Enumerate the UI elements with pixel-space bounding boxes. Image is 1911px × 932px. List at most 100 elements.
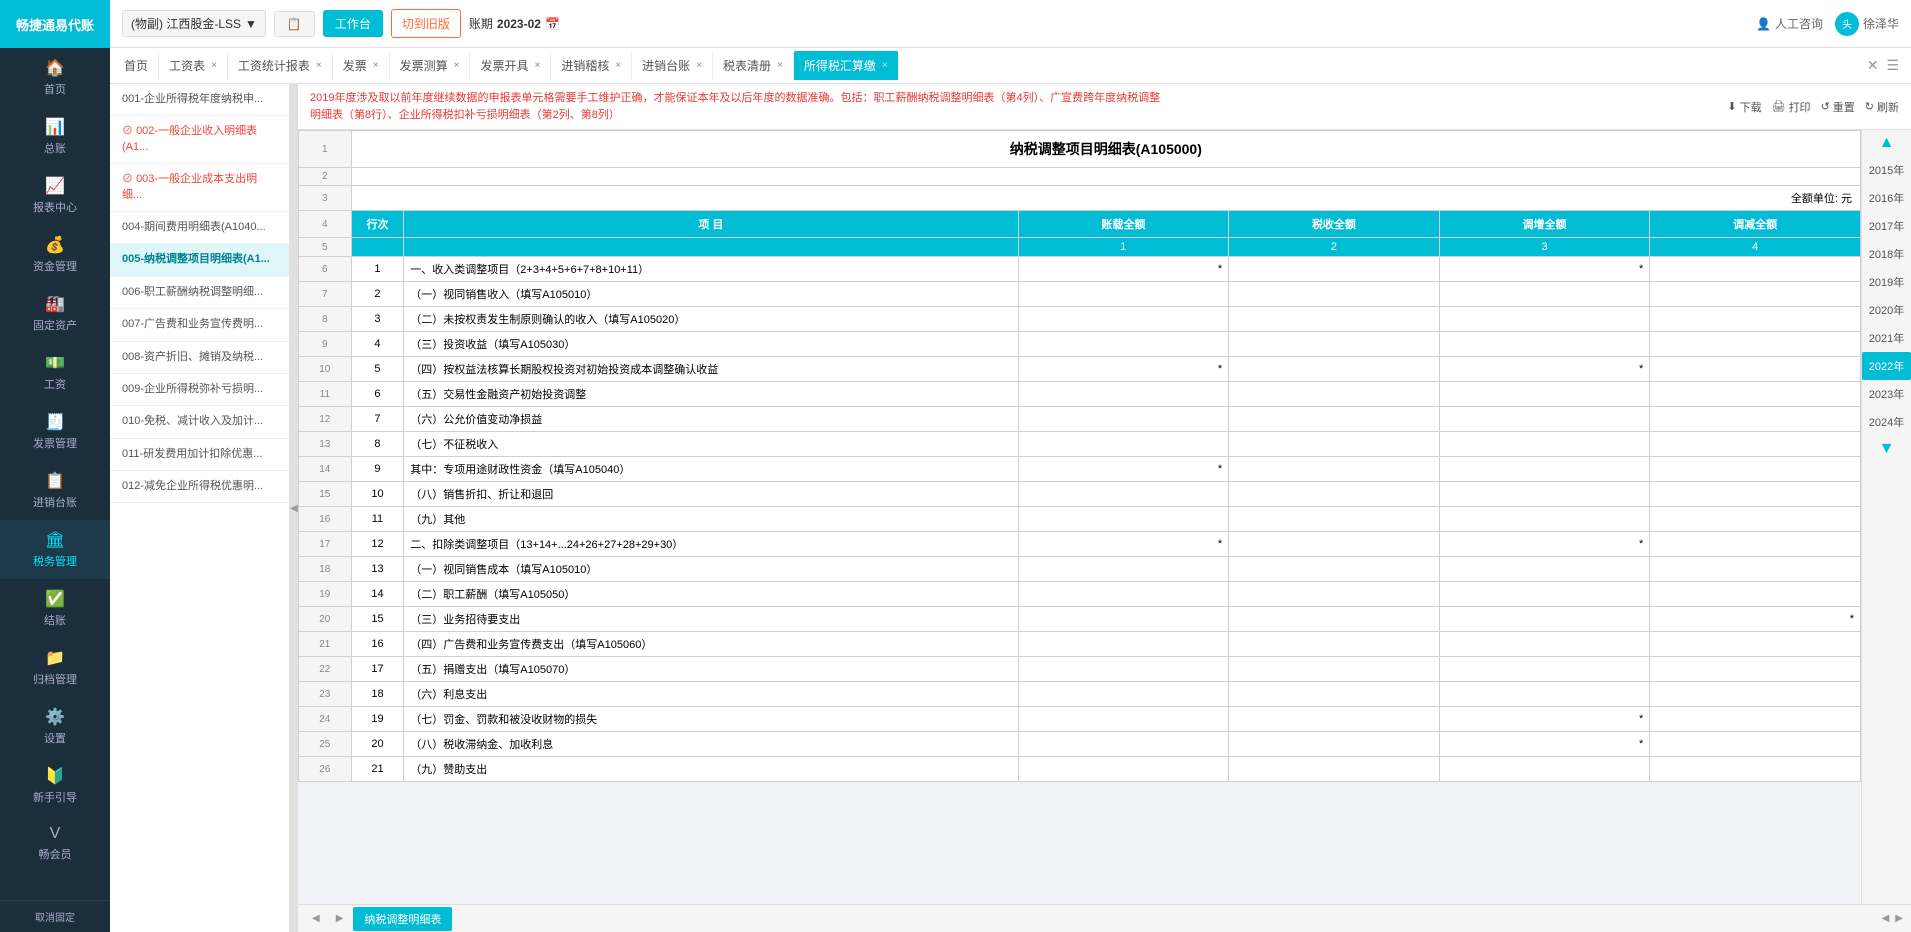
tab-ledger-close[interactable]: × xyxy=(696,60,702,71)
tab-invoice-issue[interactable]: 发票开具 × xyxy=(470,51,551,80)
year-2019[interactable]: 2019年 xyxy=(1862,268,1911,296)
user-menu[interactable]: 头 徐泽华 xyxy=(1835,12,1899,36)
sidebar: 畅捷通易代账 🏠 首页 📊 总账 📈 报表中心 💰 资金管理 🏭 固定资产 💵 … xyxy=(0,0,110,932)
fixed-assets-icon: 🏭 xyxy=(45,294,65,314)
table-row: 24 19 （七）罚金、罚款和被没收财物的损失 * xyxy=(299,707,1861,732)
unpin-btn[interactable]: 取消固定 xyxy=(0,900,110,932)
sidebar-item-asset[interactable]: 💰 资金管理 xyxy=(0,225,110,284)
year-2021[interactable]: 2021年 xyxy=(1862,324,1911,352)
sidebar-item-member[interactable]: V 畅会员 xyxy=(0,815,110,872)
year-2023[interactable]: 2023年 xyxy=(1862,380,1911,408)
tab-tax-clear[interactable]: 税表清册 × xyxy=(713,51,794,80)
close-all-icon[interactable]: ✕ xyxy=(1867,57,1879,74)
tab-audit[interactable]: 进销稽核 × xyxy=(551,51,632,80)
table-row: 6 1 一、收入类调整项目（2+3+4+5+6+7+8+10+11） * * xyxy=(299,257,1861,282)
left-panel-item-003[interactable]: ⊘ 003-一般企业成本支出明细... xyxy=(110,164,289,212)
tab-audit-label: 进销稽核 xyxy=(561,57,609,74)
spreadsheet-wrap[interactable]: 1 纳税调整项目明细表(A105000) 2 3 全额单位 xyxy=(298,130,1861,904)
service-btn[interactable]: 👤 人工咨询 xyxy=(1756,15,1823,32)
period-value: 2023-02 xyxy=(497,17,541,31)
workspace-btn[interactable]: 工作台 xyxy=(323,10,383,37)
tab-audit-close[interactable]: × xyxy=(615,60,621,71)
username: 徐泽华 xyxy=(1863,15,1899,32)
row-num-3: 3 xyxy=(299,186,352,211)
tab-income-tax-close[interactable]: × xyxy=(882,60,888,71)
refresh-btn[interactable]: ↻ 刷新 xyxy=(1865,99,1899,115)
tab-invoice-issue-close[interactable]: × xyxy=(534,60,540,71)
tab-invoice-calc-close[interactable]: × xyxy=(454,60,460,71)
tab-home[interactable]: 首页 xyxy=(114,51,159,80)
year-2024[interactable]: 2024年 xyxy=(1862,408,1911,436)
sidebar-item-home[interactable]: 🏠 首页 xyxy=(0,48,110,107)
sidebar-item-settle[interactable]: ✅ 结账 xyxy=(0,579,110,638)
sidebar-item-salary[interactable]: 💵 工资 xyxy=(0,343,110,402)
ledger-icon: 📊 xyxy=(45,117,65,137)
spreadsheet: 1 纳税调整项目明细表(A105000) 2 3 全额单位 xyxy=(298,130,1861,782)
sidebar-item-tax[interactable]: 🏛 税务管理 xyxy=(0,520,110,579)
left-panel-item-001[interactable]: 001-企业所得税年度纳税申... xyxy=(110,84,289,116)
tab-invoice[interactable]: 发票 × xyxy=(333,51,390,80)
row-num-5: 5 xyxy=(299,238,352,257)
tab-ledger[interactable]: 进销台账 × xyxy=(632,51,713,80)
left-panel-item-009[interactable]: 009-企业所得税弥补亏损明... xyxy=(110,374,289,406)
old-version-btn[interactable]: 切到旧版 xyxy=(391,9,461,38)
bottom-tab-adjust[interactable]: 纳税调整明细表 xyxy=(353,907,452,931)
tab-invoice-calc[interactable]: 发票测算 × xyxy=(390,51,471,80)
left-panel-item-010[interactable]: 010-免税、减计收入及加计... xyxy=(110,406,289,438)
topbar-copy-btn[interactable]: 📋 xyxy=(274,11,315,37)
year-2017[interactable]: 2017年 xyxy=(1862,212,1911,240)
sidebar-item-archive[interactable]: 📁 归档管理 xyxy=(0,638,110,697)
year-nav-down[interactable]: ▼ xyxy=(1875,436,1899,462)
tab-salary-report-close[interactable]: × xyxy=(316,60,322,71)
report-icon: 📈 xyxy=(45,176,65,196)
left-panel-item-008[interactable]: 008-资产折旧、摊销及纳税... xyxy=(110,342,289,374)
left-panel-item-005[interactable]: 005-纳税调整项目明细表(A1... xyxy=(110,244,289,276)
left-panel-item-006[interactable]: 006-职工薪酬纳税调整明细... xyxy=(110,277,289,309)
year-2022[interactable]: 2022年 xyxy=(1862,352,1911,380)
import-ledger-icon: 📋 xyxy=(45,471,65,491)
tab-menu-icon[interactable]: ☰ xyxy=(1886,57,1899,74)
print-icon: 🖨 xyxy=(1772,100,1786,113)
sidebar-item-label: 归档管理 xyxy=(33,671,77,687)
left-panel-item-007[interactable]: 007-广告费和业务宣传费明... xyxy=(110,309,289,341)
year-2018[interactable]: 2018年 xyxy=(1862,240,1911,268)
tab-salary[interactable]: 工资表 × xyxy=(159,51,228,80)
error-icon-002: ⊘ xyxy=(122,125,136,137)
left-panel-item-003-label: 003-一般企业成本支出明细... xyxy=(122,173,257,200)
tab-tax-clear-close[interactable]: × xyxy=(777,60,783,71)
year-2015[interactable]: 2015年 xyxy=(1862,156,1911,184)
year-2016[interactable]: 2016年 xyxy=(1862,184,1911,212)
sheet-nav-right[interactable]: ▶ xyxy=(330,911,350,926)
sidebar-item-fixed-assets[interactable]: 🏭 固定资产 xyxy=(0,284,110,343)
reset-btn[interactable]: ↺ 重置 xyxy=(1821,99,1855,115)
sidebar-item-ledger[interactable]: 📊 总账 xyxy=(0,107,110,166)
print-btn[interactable]: 🖨 打印 xyxy=(1772,99,1811,115)
year-2020[interactable]: 2020年 xyxy=(1862,296,1911,324)
left-panel-item-011[interactable]: 011-研发费用加计扣除优惠... xyxy=(110,439,289,471)
year-nav-up[interactable]: ▲ xyxy=(1875,130,1899,156)
scrollbar-left[interactable]: ◀ xyxy=(1882,913,1890,924)
sidebar-item-import-ledger[interactable]: 📋 进销台账 xyxy=(0,461,110,520)
sidebar-item-report[interactable]: 📈 报表中心 xyxy=(0,166,110,225)
scrollbar-right[interactable]: ▶ xyxy=(1895,913,1903,924)
tax-icon: 🏛 xyxy=(45,530,65,550)
left-panel: 001-企业所得税年度纳税申... ⊘ 002-一般企业收入明细表(A1... … xyxy=(110,84,290,932)
left-panel-item-004[interactable]: 004-期间费用明细表(A1040... xyxy=(110,212,289,244)
tab-invoice-issue-label: 发票开具 xyxy=(480,57,528,74)
left-panel-item-002[interactable]: ⊘ 002-一般企业收入明细表(A1... xyxy=(110,116,289,164)
tab-salary-close[interactable]: × xyxy=(211,60,217,71)
tab-income-tax[interactable]: 所得税汇算缴 × xyxy=(794,51,899,80)
company-selector[interactable]: (物副) 江西股金-LSS ▼ xyxy=(122,10,266,37)
tab-invoice-close[interactable]: × xyxy=(373,60,379,71)
left-panel-item-012[interactable]: 012-减免企业所得税优惠明... xyxy=(110,471,289,503)
download-btn[interactable]: ⬇ 下载 xyxy=(1727,99,1761,115)
sidebar-item-guide[interactable]: 🔰 新手引导 xyxy=(0,756,110,815)
left-panel-item-010-label: 010-免税、减计收入及加计... xyxy=(122,415,263,427)
home-icon: 🏠 xyxy=(45,58,65,78)
sidebar-item-settings[interactable]: ⚙️ 设置 xyxy=(0,697,110,756)
sidebar-item-invoice[interactable]: 🧾 发票管理 xyxy=(0,402,110,461)
panel-divider[interactable] xyxy=(290,84,298,932)
sidebar-item-label: 新手引导 xyxy=(33,789,77,805)
sheet-nav-left[interactable]: ◀ xyxy=(306,911,326,926)
tab-salary-report[interactable]: 工资统计报表 × xyxy=(228,51,333,80)
